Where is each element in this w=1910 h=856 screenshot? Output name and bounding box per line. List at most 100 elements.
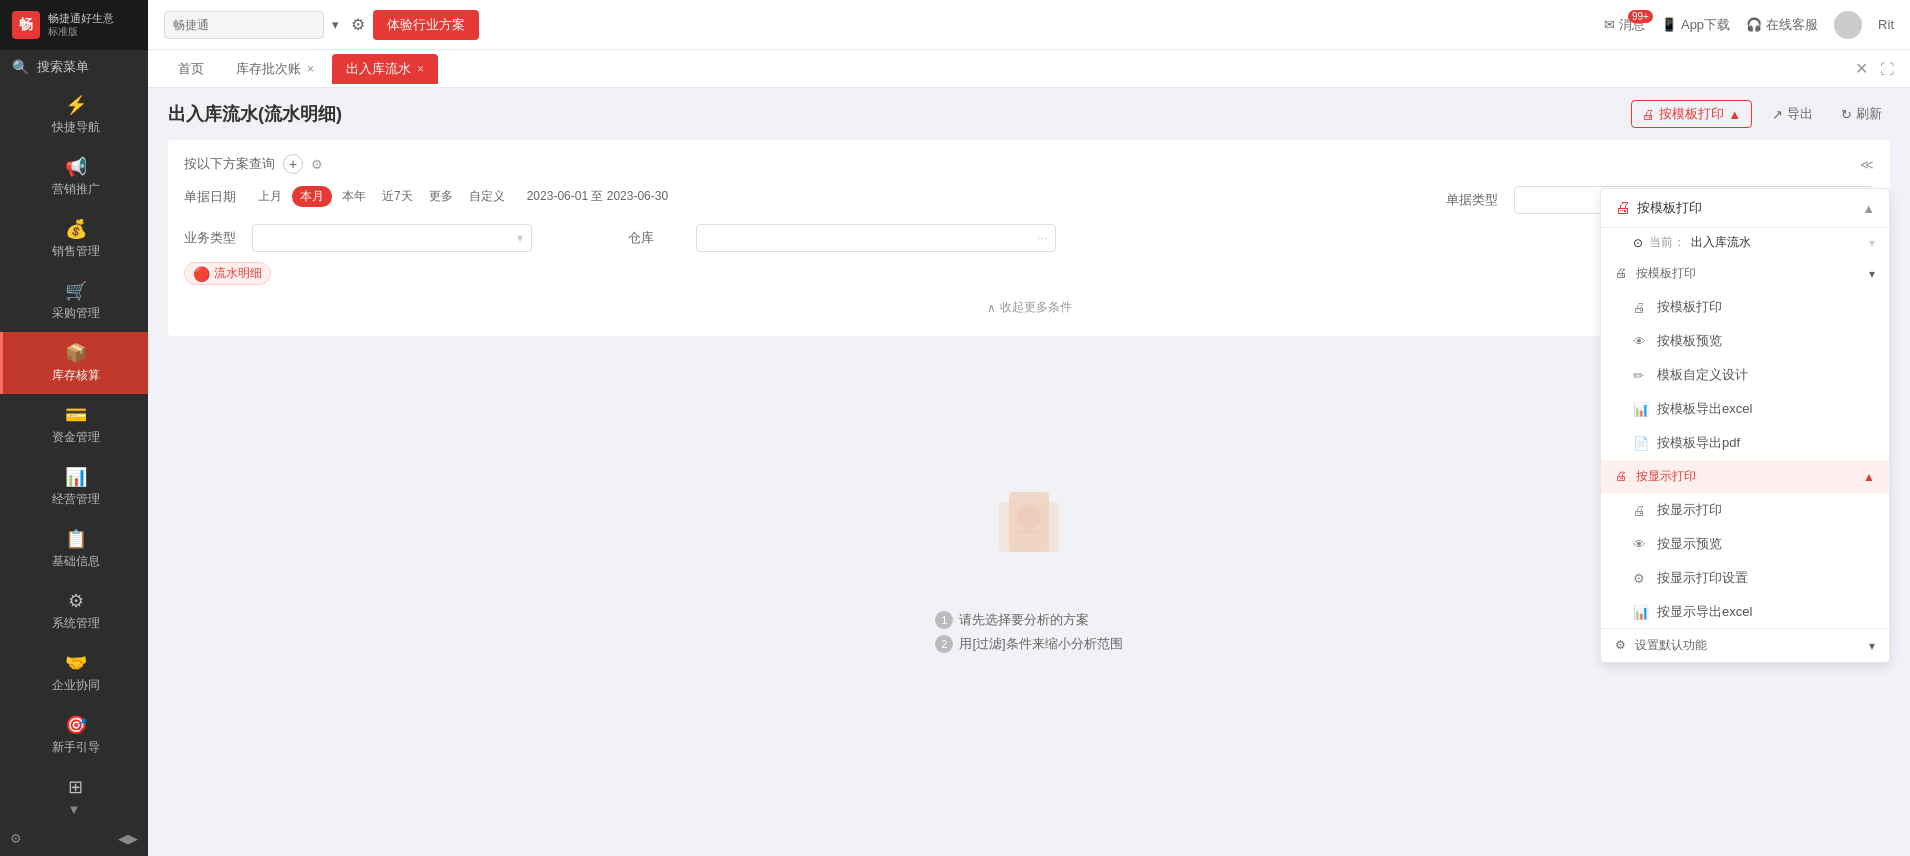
template-print-button[interactable]: 🖨 按模板打印 ▲ [1631, 100, 1752, 128]
tab-home[interactable]: 首页 [164, 54, 218, 84]
panel-item-template-preview[interactable]: 👁 按模板预览 [1601, 324, 1889, 358]
target-icon: 🎯 [65, 714, 87, 736]
date-range-display: 2023-06-01 至 2023-06-30 [527, 188, 1390, 205]
sidebar-item-xinshou[interactable]: 🎯 新手引导 [0, 704, 148, 766]
sidebar-item-xiaoshou[interactable]: 💰 销售管理 [0, 208, 148, 270]
app-download-button[interactable]: 📱 App下载 [1661, 16, 1730, 34]
date-opt-last-month[interactable]: 上月 [252, 186, 288, 207]
panel-item-template-design[interactable]: ✏ 模板自定义设计 [1601, 358, 1889, 392]
sidebar-item-label: 经营管理 [52, 491, 100, 508]
business-type-label: 业务类型 [184, 229, 244, 247]
filter-group-business: 业务类型 ▾ [184, 224, 532, 252]
date-opt-more[interactable]: 更多 [423, 186, 459, 207]
message-button[interactable]: ✉ 消息 99+ [1604, 16, 1645, 34]
step1-text: 请先选择要分析的方案 [959, 611, 1089, 629]
tab-home-label: 首页 [178, 60, 204, 78]
tab-kucun-pizhi[interactable]: 库存批次账 × [222, 54, 328, 84]
filter-tag-label: 流水明细 [214, 265, 262, 282]
svg-rect-3 [1017, 530, 1041, 533]
panel-item-display-excel[interactable]: 📊 按显示导出excel [1601, 595, 1889, 628]
sidebar-item-label: 销售管理 [52, 243, 100, 260]
excel-icon: 📊 [1633, 402, 1649, 417]
panel-item-label: 模板自定义设计 [1657, 366, 1748, 384]
sidebar-item-zijin[interactable]: 💳 资金管理 [0, 394, 148, 456]
panel-footer-settings[interactable]: ⚙ 设置默认功能 ▾ [1601, 628, 1889, 662]
display-print-section-header[interactable]: 🖨 按显示打印 ▲ [1601, 460, 1889, 493]
sidebar-item-xitong[interactable]: ⚙ 系统管理 [0, 580, 148, 642]
sidebar-item-jingying[interactable]: 📊 经营管理 [0, 456, 148, 518]
topbar-dropdown-button[interactable]: ▾ [332, 17, 339, 32]
print-panel: 🖨 按模板打印 ▲ ⊙ 当前： 出入库流水 ▾ 🖨 [1600, 188, 1890, 663]
topbar-search-input[interactable] [164, 11, 324, 39]
display-print-section-icon: 🖨 [1615, 469, 1627, 483]
refresh-button[interactable]: ↻ 刷新 [1833, 101, 1890, 127]
panel-current-label: 当前： [1649, 234, 1685, 251]
panel-item-template-pdf[interactable]: 📄 按模板导出pdf [1601, 426, 1889, 460]
panel-collapse-icon[interactable]: ▲ [1862, 201, 1875, 216]
megaphone-icon: 📢 [65, 156, 87, 178]
topbar: ▾ ⚙ 体验行业方案 ✉ 消息 99+ 📱 App下载 🎧 在线客服 [148, 0, 1910, 50]
sidebar-item-kucun[interactable]: 📦 库存核算 [0, 332, 148, 394]
sidebar-search[interactable]: 🔍 搜索菜单 [0, 50, 148, 84]
cart-icon: 🛒 [65, 280, 87, 302]
tab-bar-expand-icon[interactable]: ⛶ [1880, 61, 1894, 77]
edit-icon: ✏ [1633, 368, 1649, 383]
panel-item-template-print[interactable]: 🖨 按模板打印 [1601, 290, 1889, 324]
template-print-section-header[interactable]: 🖨 按模板打印 ▾ [1601, 257, 1889, 290]
sidebar-item-yingyong[interactable]: ⊞ 应用中心 [0, 766, 148, 798]
industry-solution-button[interactable]: 体验行业方案 [373, 10, 479, 40]
filter-settings-icon[interactable]: ⚙ [311, 157, 323, 172]
printer-icon: 🖨 [1633, 503, 1649, 518]
sidebar-collapse-icon[interactable]: ◀▶ [118, 831, 138, 846]
topbar-settings-icon[interactable]: ⚙ [351, 15, 365, 34]
sidebar-settings-icon[interactable]: ⚙ [10, 831, 22, 846]
filter-tag-liushui[interactable]: 🔴 流水明细 [184, 262, 271, 285]
date-opt-custom[interactable]: 自定义 [463, 186, 511, 207]
panel-item-display-print[interactable]: 🖨 按显示打印 [1601, 493, 1889, 527]
panel-item-display-print-settings[interactable]: ⚙ 按显示打印设置 [1601, 561, 1889, 595]
tab-churu-liushui-close[interactable]: × [417, 62, 424, 76]
ellipsis-icon: ··· [1037, 231, 1047, 245]
user-avatar[interactable] [1834, 11, 1862, 39]
type-label: 单据类型 [1446, 191, 1506, 209]
handshake-icon: 🤝 [65, 652, 87, 674]
default-settings-icon: ⚙ [1615, 638, 1626, 652]
sidebar-item-qiye[interactable]: 🤝 企业协同 [0, 642, 148, 704]
filter-collapse-icon[interactable]: ≪ [1860, 157, 1874, 172]
panel-item-template-excel[interactable]: 📊 按模板导出excel [1601, 392, 1889, 426]
topbar-right: ✉ 消息 99+ 📱 App下载 🎧 在线客服 Rit [1604, 11, 1894, 39]
filter-group-warehouse: 仓库 ··· [628, 224, 1056, 252]
warehouse-select[interactable]: ··· [696, 224, 1056, 252]
panel-item-display-preview[interactable]: 👁 按显示预览 [1601, 527, 1889, 561]
topbar-left: ▾ ⚙ 体验行业方案 [164, 10, 479, 40]
date-opt-7days[interactable]: 近7天 [376, 186, 419, 207]
filter-add-button[interactable]: + [283, 154, 303, 174]
tab-bar-close-icon[interactable]: ✕ [1855, 59, 1868, 78]
card-icon: 💳 [65, 404, 87, 426]
tab-churu-liushui[interactable]: 出入库流水 × [332, 54, 438, 84]
sidebar-item-kuaijie[interactable]: ⚡ 快捷导航 [0, 84, 148, 146]
sidebar-bottom: ⚙ ◀▶ [0, 821, 148, 856]
printer-icon: 🖨 [1633, 300, 1649, 315]
sidebar-item-label: 系统管理 [52, 615, 100, 632]
sidebar-scroll-down[interactable]: ▼ [0, 798, 148, 821]
svg-point-2 [1017, 505, 1041, 529]
date-opt-this-month[interactable]: 本月 [292, 186, 332, 207]
export-label: 导出 [1787, 105, 1813, 123]
box-icon: 📦 [65, 342, 87, 364]
sidebar-item-caigou[interactable]: 🛒 采购管理 [0, 270, 148, 332]
date-opt-this-year[interactable]: 本年 [336, 186, 372, 207]
gear-icon: ⚙ [68, 590, 84, 612]
sidebar-item-label: 基础信息 [52, 553, 100, 570]
business-type-select[interactable]: ▾ [252, 224, 532, 252]
sidebar-item-label: 快捷导航 [52, 119, 100, 136]
tab-kucun-pizhi-close[interactable]: × [307, 62, 314, 76]
export-button[interactable]: ↗ 导出 [1764, 101, 1821, 127]
online-service-label: 在线客服 [1766, 16, 1818, 34]
panel-item-label: 按模板导出pdf [1657, 434, 1740, 452]
sidebar-item-yingxiao[interactable]: 📢 营销推广 [0, 146, 148, 208]
filter-group-date: 单据日期 上月 本月 本年 近7天 更多 自定义 [184, 186, 511, 207]
pdf-icon: 📄 [1633, 436, 1649, 451]
online-service-button[interactable]: 🎧 在线客服 [1746, 16, 1818, 34]
sidebar-item-jichu[interactable]: 📋 基础信息 [0, 518, 148, 580]
